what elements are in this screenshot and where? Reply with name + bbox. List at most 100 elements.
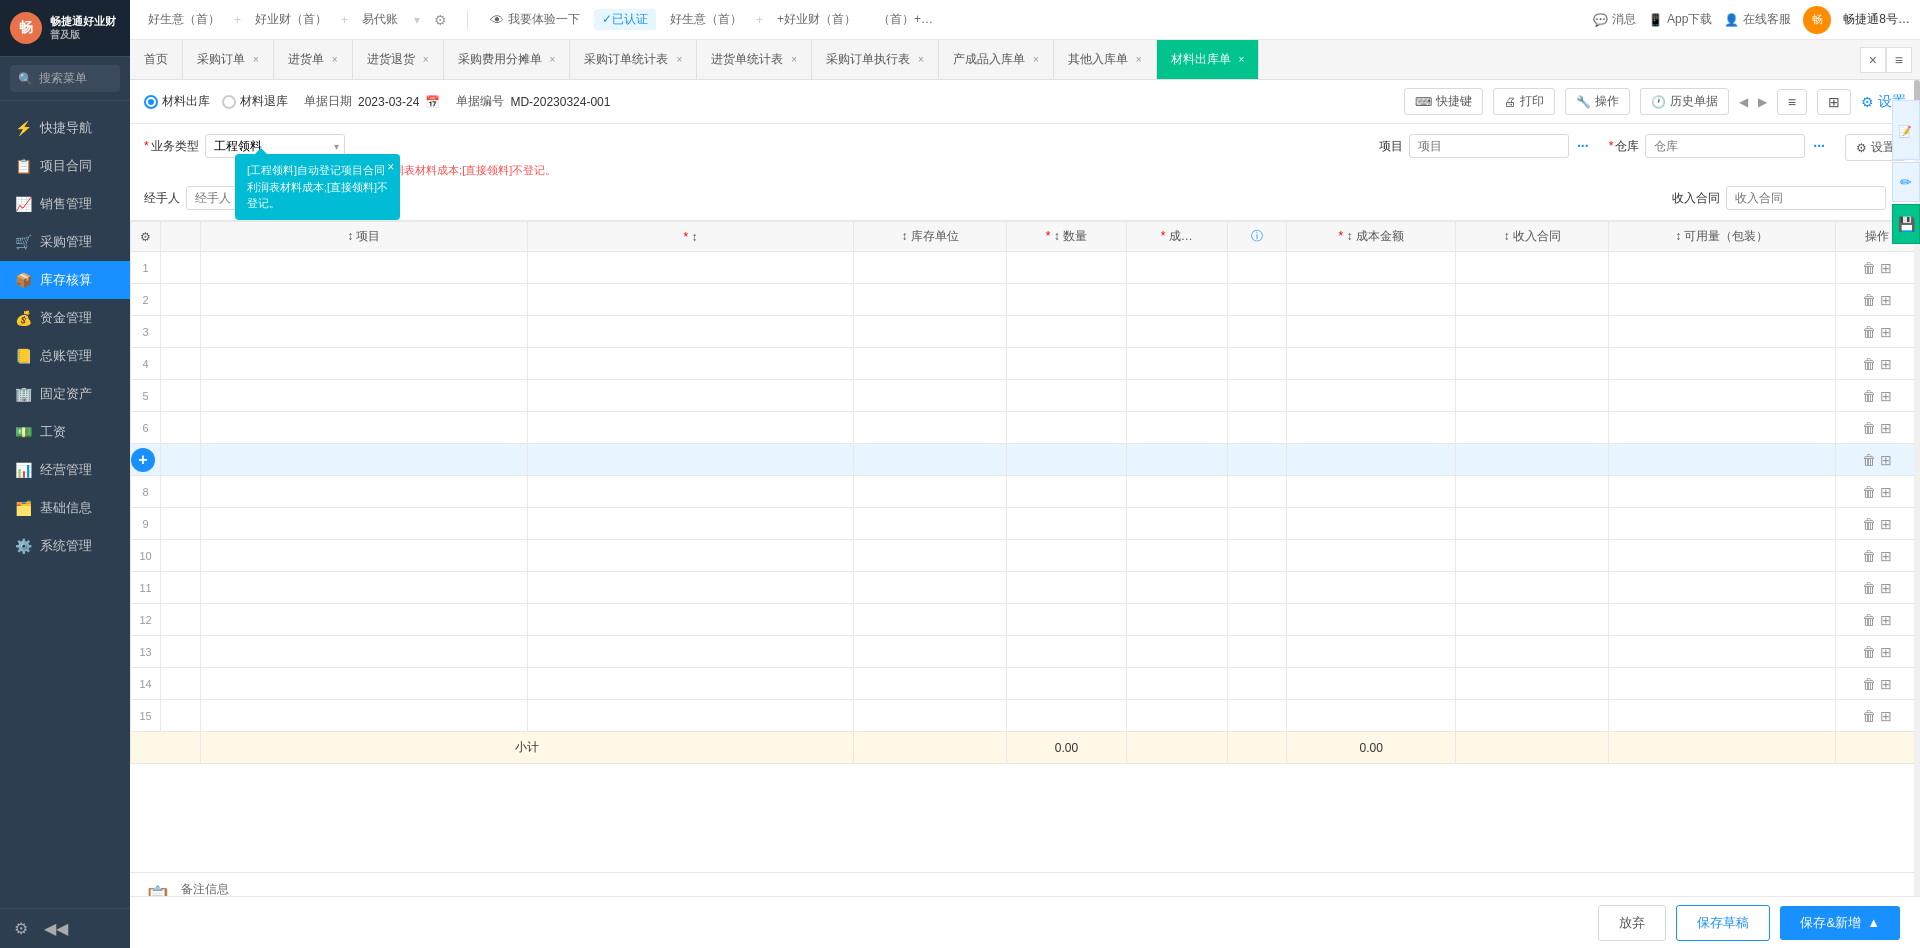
sidebar-item-sales[interactable]: 📈 销售管理	[0, 185, 130, 223]
discard-button[interactable]: 放弃	[1598, 905, 1666, 941]
tab-close-icon[interactable]: ×	[253, 54, 259, 65]
calendar-icon[interactable]: 📅	[425, 95, 440, 109]
tooltip-close-button[interactable]: ×	[387, 158, 394, 176]
delete-row-button[interactable]: 🗑	[1862, 452, 1876, 468]
tab-close-icon[interactable]: ×	[550, 54, 556, 65]
topbar-tag-3[interactable]: 易代账	[354, 9, 406, 30]
warehouse-input[interactable]	[1645, 134, 1805, 158]
sidebar-item-shortcut[interactable]: ⚡ 快捷导航	[0, 109, 130, 147]
tab-other-in[interactable]: 其他入库单 ×	[1054, 40, 1157, 80]
delete-row-button[interactable]: 🗑	[1862, 644, 1876, 660]
tab-purchase-stats[interactable]: 采购订单统计表 ×	[570, 40, 697, 80]
message-button[interactable]: 💬 消息	[1593, 11, 1636, 28]
table-available-header[interactable]: ↕ 可用量（包装）	[1609, 222, 1836, 252]
tab-close-icon[interactable]: ×	[676, 54, 682, 65]
copy-row-button[interactable]: ⊞	[1880, 708, 1892, 724]
sidebar-item-inventory[interactable]: 📦 库存核算	[0, 261, 130, 299]
tab-purchase-in[interactable]: 进货单 ×	[274, 40, 353, 80]
settings-footer-icon[interactable]: ⚙	[14, 919, 28, 938]
sidebar-item-salary[interactable]: 💵 工资	[0, 413, 130, 451]
sidebar-item-basic[interactable]: 🗂️ 基础信息	[0, 489, 130, 527]
tab-material-out[interactable]: 材料出库单 ×	[1157, 40, 1260, 80]
next-record-icon[interactable]: ▶	[1758, 95, 1767, 109]
tab-close-icon[interactable]: ×	[423, 54, 429, 65]
copy-row-button[interactable]: ⊞	[1880, 356, 1892, 372]
radio-material-return[interactable]: 材料退库	[222, 93, 288, 110]
delete-row-button[interactable]: 🗑	[1862, 292, 1876, 308]
tab-in-stats[interactable]: 进货单统计表 ×	[697, 40, 812, 80]
topbar-tag-1[interactable]: 好生意（首）	[140, 9, 228, 30]
sidebar-item-ops[interactable]: 📊 经营管理	[0, 451, 130, 489]
topbar-settings-icon[interactable]: ⚙	[428, 10, 453, 30]
copy-row-button[interactable]: ⊞	[1880, 644, 1892, 660]
copy-row-button[interactable]: ⊞	[1880, 612, 1892, 628]
copy-row-button[interactable]: ⊞	[1880, 420, 1892, 436]
topbar-tag-4[interactable]: 好生意（首）	[662, 9, 750, 30]
table-material-header[interactable]: * ↕	[527, 222, 854, 252]
date-value[interactable]: 2023-03-24	[358, 95, 419, 109]
save-new-button[interactable]: 保存&新增 ▲	[1780, 906, 1900, 940]
copy-row-button[interactable]: ⊞	[1880, 580, 1892, 596]
table-cost-header[interactable]: * 成…	[1126, 222, 1227, 252]
side-save-button[interactable]: 💾	[1892, 204, 1920, 244]
table-project-header[interactable]: ↕ 项目	[201, 222, 528, 252]
side-edit-button[interactable]: ✏	[1892, 162, 1920, 202]
delete-row-button[interactable]: 🗑	[1862, 708, 1876, 724]
tab-close-icon[interactable]: ×	[1239, 54, 1245, 65]
sidebar-item-system[interactable]: ⚙️ 系统管理	[0, 527, 130, 565]
copy-row-button[interactable]: ⊞	[1880, 260, 1892, 276]
table-gear-header[interactable]: ⚙	[131, 222, 161, 252]
sidebar-item-purchase[interactable]: 🛒 采购管理	[0, 223, 130, 261]
sidebar-item-finance[interactable]: 💰 资金管理	[0, 299, 130, 337]
project-input[interactable]	[1409, 134, 1569, 158]
save-draft-button[interactable]: 保存草稿	[1676, 905, 1770, 941]
topbar-tag-2[interactable]: 好业财（首）	[247, 9, 335, 30]
tab-close-icon[interactable]: ×	[332, 54, 338, 65]
history-button[interactable]: 🕐 历史单据	[1640, 88, 1729, 115]
tab-close-icon[interactable]: ×	[1033, 54, 1039, 65]
tab-close-icon[interactable]: ×	[1136, 54, 1142, 65]
project-dots-icon[interactable]: ···	[1577, 138, 1589, 154]
copy-row-button[interactable]: ⊞	[1880, 324, 1892, 340]
topbar-certified[interactable]: ✓已认证	[594, 9, 656, 30]
copy-row-button[interactable]: ⊞	[1880, 452, 1892, 468]
sidebar-item-project[interactable]: 📋 项目合同	[0, 147, 130, 185]
radio-material-out[interactable]: 材料出库	[144, 93, 210, 110]
warehouse-dots-icon[interactable]: ···	[1813, 138, 1825, 154]
income-contract-input[interactable]	[1726, 186, 1886, 210]
tab-purchase-fee[interactable]: 采购费用分摊单 ×	[444, 40, 571, 80]
table-amount-header[interactable]: * ↕ 成本金额	[1287, 222, 1456, 252]
tab-close-all-button[interactable]: ×	[1860, 47, 1886, 73]
copy-row-button[interactable]: ⊞	[1880, 484, 1892, 500]
tab-close-icon[interactable]: ×	[918, 54, 924, 65]
view-grid-button[interactable]: ⊞	[1817, 89, 1851, 115]
copy-row-button[interactable]: ⊞	[1880, 388, 1892, 404]
shortcut-key-button[interactable]: ⌨ 快捷键	[1404, 88, 1483, 115]
view-list-button[interactable]: ≡	[1777, 89, 1807, 115]
print-button[interactable]: 🖨 打印	[1493, 88, 1555, 115]
tab-home[interactable]: 首页	[130, 40, 183, 80]
topbar-trial[interactable]: 👁 我要体验一下	[482, 9, 588, 30]
delete-row-button[interactable]: 🗑	[1862, 356, 1876, 372]
delete-row-button[interactable]: 🗑	[1862, 420, 1876, 436]
info-icon[interactable]: ⓘ	[1251, 229, 1263, 243]
collapse-icon[interactable]: ◀◀	[44, 919, 68, 938]
app-download-button[interactable]: 📱 App下载	[1648, 11, 1712, 28]
sidebar-item-ledger[interactable]: 📒 总账管理	[0, 337, 130, 375]
tab-product-in[interactable]: 产成品入库单 ×	[939, 40, 1054, 80]
row-project-input[interactable]	[201, 444, 527, 475]
user-avatar[interactable]: 畅	[1803, 6, 1831, 34]
copy-row-button[interactable]: ⊞	[1880, 516, 1892, 532]
service-button[interactable]: 👤 在线客服	[1724, 11, 1791, 28]
table-contract-header[interactable]: ↕ 收入合同	[1456, 222, 1609, 252]
sidebar-item-asset[interactable]: 🏢 固定资产	[0, 375, 130, 413]
delete-row-button[interactable]: 🗑	[1862, 580, 1876, 596]
delete-row-button[interactable]: 🗑	[1862, 516, 1876, 532]
copy-row-button[interactable]: ⊞	[1880, 676, 1892, 692]
side-note-button[interactable]: 📝	[1892, 100, 1920, 160]
delete-row-button[interactable]: 🗑	[1862, 484, 1876, 500]
copy-row-button[interactable]: ⊞	[1880, 292, 1892, 308]
search-menu[interactable]: 🔍 搜索菜单	[10, 65, 120, 92]
delete-row-button[interactable]: 🗑	[1862, 324, 1876, 340]
delete-row-button[interactable]: 🗑	[1862, 612, 1876, 628]
